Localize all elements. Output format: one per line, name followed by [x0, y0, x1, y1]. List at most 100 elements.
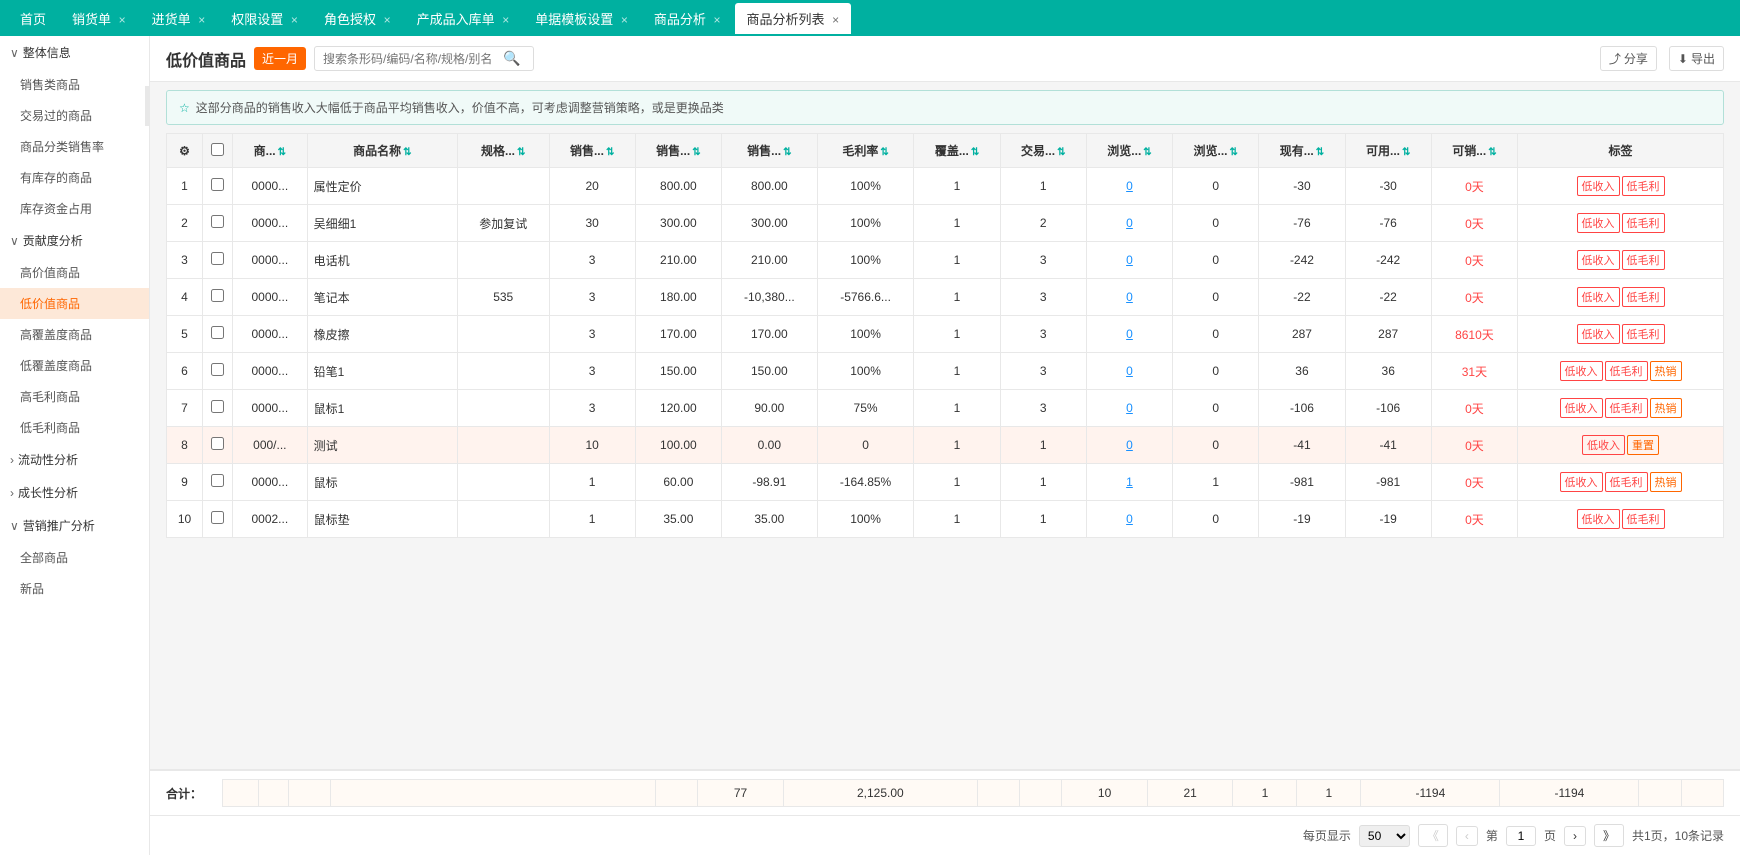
- nav-close-analysis[interactable]: ×: [713, 13, 720, 27]
- col-available[interactable]: 可用...⇅: [1345, 134, 1431, 168]
- nav-template-setting[interactable]: 单据模板设置 ×: [523, 3, 640, 34]
- row-checkbox[interactable]: [211, 252, 224, 265]
- sidebar-section-marketing[interactable]: ∨ 营销推广分析: [0, 509, 149, 542]
- nav-permission[interactable]: 权限设置 ×: [219, 3, 310, 34]
- row-checkbox[interactable]: [211, 474, 224, 487]
- col-settings[interactable]: ⚙: [167, 134, 203, 168]
- col-gross-margin[interactable]: 毛利率⇅: [817, 134, 914, 168]
- row-checkbox[interactable]: [211, 437, 224, 450]
- browse1-link[interactable]: 1: [1126, 475, 1133, 489]
- sidebar-section-overall[interactable]: ∨ 整体信息: [0, 36, 149, 69]
- sidebar-item-low-coverage[interactable]: 低覆盖度商品: [0, 350, 149, 381]
- nav-close-analysis-list[interactable]: ×: [832, 13, 839, 27]
- sidebar-item-low-value[interactable]: 低价值商品: [0, 288, 149, 319]
- col-transaction[interactable]: 交易...⇅: [1000, 134, 1086, 168]
- col-coverage[interactable]: 覆盖...⇅: [914, 134, 1000, 168]
- col-current-stock[interactable]: 现有...⇅: [1259, 134, 1345, 168]
- browse1-link[interactable]: 0: [1126, 438, 1133, 452]
- browse1-link[interactable]: 0: [1126, 364, 1133, 378]
- sidebar-section-contribution[interactable]: ∨ 贡献度分析: [0, 224, 149, 257]
- nav-close-purchase[interactable]: ×: [198, 13, 205, 27]
- browse1-link[interactable]: 0: [1126, 290, 1133, 304]
- nav-close-template[interactable]: ×: [621, 13, 628, 27]
- sidebar-section-growth[interactable]: › 成长性分析: [0, 476, 149, 509]
- sidebar-item-traded-goods[interactable]: 交易过的商品: [0, 100, 149, 131]
- cell-browse1[interactable]: 0: [1086, 501, 1172, 538]
- cell-browse1[interactable]: 0: [1086, 316, 1172, 353]
- nav-close-role[interactable]: ×: [384, 13, 391, 27]
- sidebar-item-new-goods[interactable]: 新品: [0, 573, 149, 604]
- browse1-link[interactable]: 0: [1126, 179, 1133, 193]
- cell-checkbox[interactable]: [203, 242, 233, 279]
- cell-browse1[interactable]: 0: [1086, 390, 1172, 427]
- sidebar-item-stock-capital[interactable]: 库存资金占用: [0, 193, 149, 224]
- nav-close-product-stock[interactable]: ×: [502, 13, 509, 27]
- col-sales-profit[interactable]: 销售...⇅: [722, 134, 818, 168]
- sidebar-item-sales-goods[interactable]: 销售类商品: [0, 69, 149, 100]
- row-checkbox[interactable]: [211, 511, 224, 524]
- col-browse2[interactable]: 浏览...⇅: [1173, 134, 1259, 168]
- col-browse1[interactable]: 浏览...⇅: [1086, 134, 1172, 168]
- browse1-link[interactable]: 0: [1126, 327, 1133, 341]
- nav-product-stock[interactable]: 产成品入库单 ×: [405, 3, 522, 34]
- cell-browse1[interactable]: 0: [1086, 242, 1172, 279]
- col-sales-amount[interactable]: 销售...⇅: [635, 134, 721, 168]
- cell-checkbox[interactable]: [203, 501, 233, 538]
- sidebar-item-high-value[interactable]: 高价值商品: [0, 257, 149, 288]
- sidebar-section-liquidity[interactable]: › 流动性分析: [0, 443, 149, 476]
- cell-browse1[interactable]: 0: [1086, 205, 1172, 242]
- nav-home[interactable]: 首页: [8, 3, 58, 34]
- sidebar-item-all-goods[interactable]: 全部商品: [0, 542, 149, 573]
- row-checkbox[interactable]: [211, 363, 224, 376]
- row-checkbox[interactable]: [211, 289, 224, 302]
- sidebar-item-low-margin[interactable]: 低毛利商品: [0, 412, 149, 443]
- page-number-input[interactable]: [1506, 826, 1536, 846]
- cell-checkbox[interactable]: [203, 205, 233, 242]
- nav-purchase-order[interactable]: 进货单 ×: [140, 3, 218, 34]
- row-checkbox[interactable]: [211, 215, 224, 228]
- col-code[interactable]: 商...⇅: [233, 134, 308, 168]
- row-checkbox[interactable]: [211, 400, 224, 413]
- sidebar-item-high-coverage[interactable]: 高覆盖度商品: [0, 319, 149, 350]
- nav-product-analysis[interactable]: 商品分析 ×: [642, 3, 733, 34]
- browse1-link[interactable]: 0: [1126, 401, 1133, 415]
- sidebar-item-category-sales[interactable]: 商品分类销售率: [0, 131, 149, 162]
- export-btn[interactable]: ⬇ 导出: [1669, 46, 1724, 71]
- search-icon[interactable]: 🔍: [503, 50, 520, 67]
- cell-browse1[interactable]: 0: [1086, 279, 1172, 316]
- col-sellable[interactable]: 可销...⇅: [1431, 134, 1517, 168]
- first-page-btn[interactable]: 《: [1418, 824, 1448, 847]
- browse1-link[interactable]: 0: [1126, 512, 1133, 526]
- cell-checkbox[interactable]: [203, 390, 233, 427]
- table-container[interactable]: ⚙ 商...⇅ 商品名称⇅ 规格...⇅ 销售...⇅ 销售...⇅ 销售...…: [166, 133, 1724, 769]
- col-name[interactable]: 商品名称⇅: [307, 134, 457, 168]
- settings-icon[interactable]: ⚙: [179, 144, 190, 158]
- cell-browse1[interactable]: 0: [1086, 353, 1172, 390]
- browse1-link[interactable]: 0: [1126, 253, 1133, 267]
- row-checkbox[interactable]: [211, 326, 224, 339]
- browse1-link[interactable]: 0: [1126, 216, 1133, 230]
- nav-product-analysis-list[interactable]: 商品分析列表 ×: [735, 3, 852, 34]
- page-size-select[interactable]: 50 100: [1359, 825, 1410, 847]
- cell-browse1[interactable]: 1: [1086, 464, 1172, 501]
- cell-browse1[interactable]: 0: [1086, 427, 1172, 464]
- cell-browse1[interactable]: 0: [1086, 168, 1172, 205]
- nav-close-sales[interactable]: ×: [119, 13, 126, 27]
- cell-checkbox[interactable]: [203, 464, 233, 501]
- share-btn[interactable]: ⤴ 分享: [1600, 46, 1657, 71]
- cell-checkbox[interactable]: [203, 168, 233, 205]
- row-checkbox[interactable]: [211, 178, 224, 191]
- select-all-checkbox[interactable]: [211, 143, 224, 156]
- col-checkbox[interactable]: [203, 134, 233, 168]
- nav-close-permission[interactable]: ×: [291, 13, 298, 27]
- sidebar-item-stock-goods[interactable]: 有库存的商品: [0, 162, 149, 193]
- nav-role-auth[interactable]: 角色授权 ×: [312, 3, 403, 34]
- col-sales-qty[interactable]: 销售...⇅: [549, 134, 635, 168]
- filter-recent-month-btn[interactable]: 近一月: [254, 47, 306, 70]
- next-page-btn[interactable]: ›: [1564, 826, 1586, 846]
- cell-checkbox[interactable]: [203, 316, 233, 353]
- cell-checkbox[interactable]: [203, 427, 233, 464]
- cell-checkbox[interactable]: [203, 353, 233, 390]
- cell-checkbox[interactable]: [203, 279, 233, 316]
- search-input[interactable]: [323, 52, 503, 66]
